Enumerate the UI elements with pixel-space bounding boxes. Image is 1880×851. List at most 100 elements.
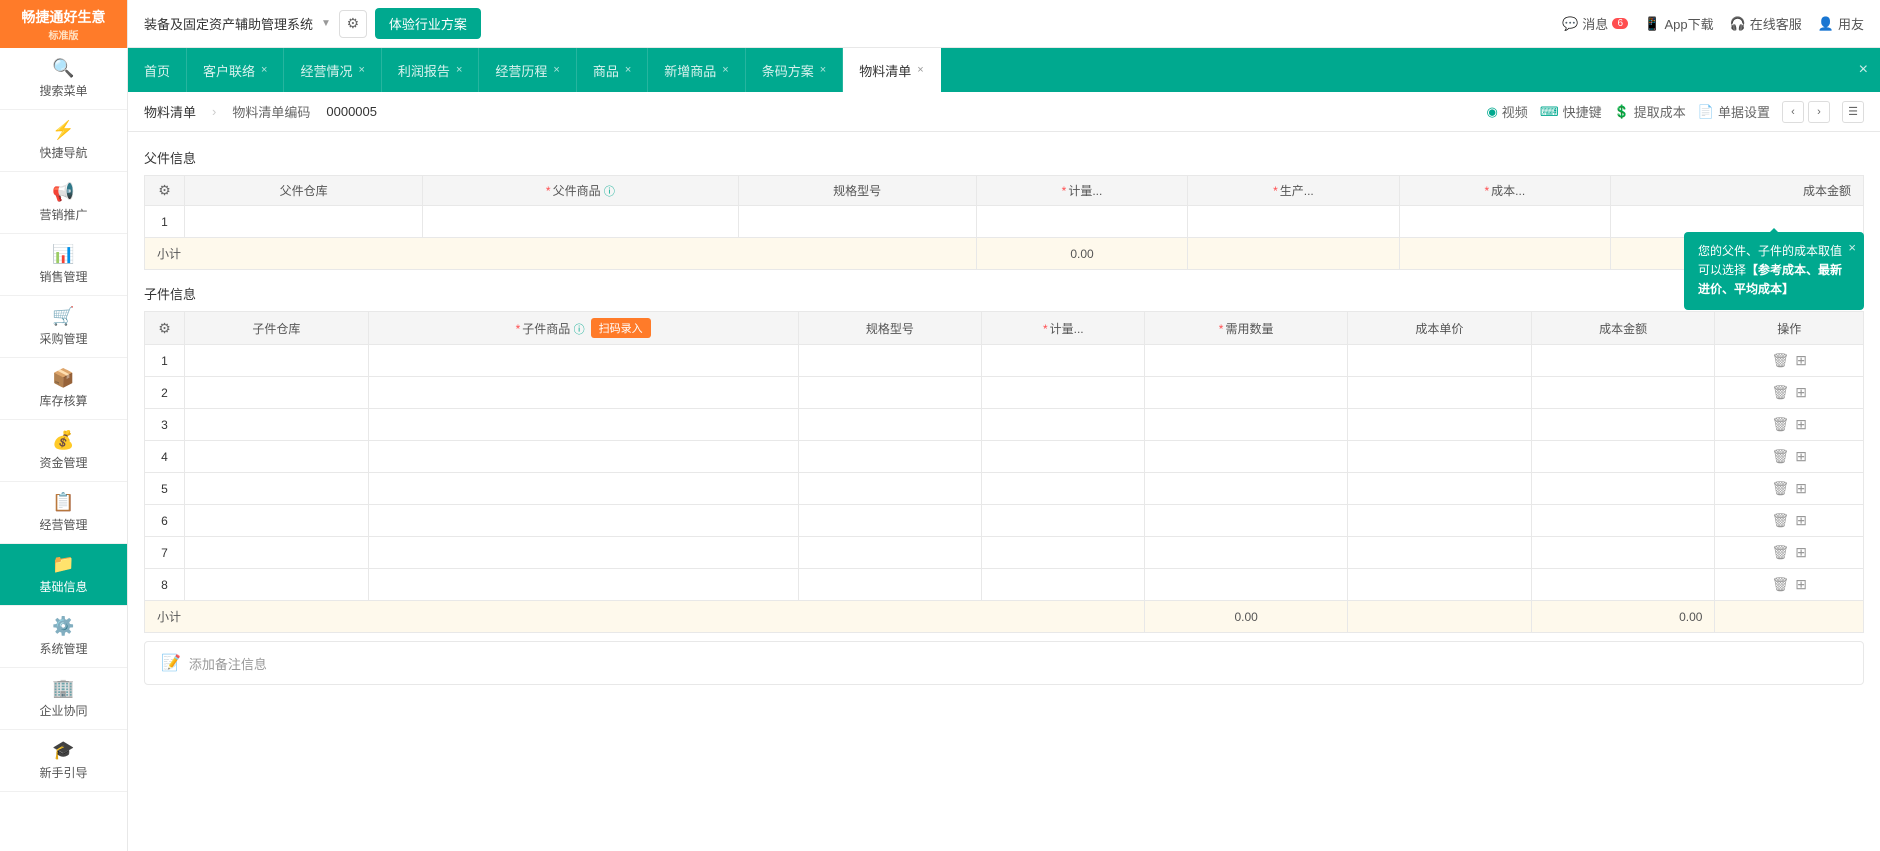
prev-page-button[interactable]: ‹ <box>1782 101 1804 123</box>
sidebar-item-purchase[interactable]: 🛒 采购管理 <box>0 296 127 358</box>
tab-close-history[interactable]: × <box>553 64 559 76</box>
child-goods-2[interactable] <box>368 377 798 409</box>
child-spec-3[interactable] <box>798 409 982 441</box>
tab-close-all-button[interactable]: × <box>1847 48 1880 92</box>
child-warehouse-3[interactable] <box>185 409 369 441</box>
child-spec-4[interactable] <box>798 441 982 473</box>
tab-close-goods[interactable]: × <box>625 64 631 76</box>
tab-close-new-goods[interactable]: × <box>722 64 728 76</box>
sidebar-item-guide[interactable]: 🎓 新手引导 <box>0 730 127 792</box>
child-quantity-6[interactable] <box>1145 505 1348 537</box>
child-quantity-3[interactable] <box>1145 409 1348 441</box>
child-warehouse-1[interactable] <box>185 345 369 377</box>
tab-close-bom[interactable]: × <box>917 64 923 76</box>
child-warehouse-5[interactable] <box>185 473 369 505</box>
copy-icon-8[interactable]: ⊞ <box>1795 576 1807 593</box>
child-goods-6[interactable] <box>368 505 798 537</box>
sidebar-item-search[interactable]: 🔍 搜索菜单 <box>0 48 127 110</box>
copy-icon-4[interactable]: ⊞ <box>1795 448 1807 465</box>
child-quantity-4[interactable] <box>1145 441 1348 473</box>
delete-icon-4[interactable]: 🗑 <box>1771 448 1789 465</box>
tab-profit[interactable]: 利润报告 × <box>382 48 479 92</box>
tab-close-barcode[interactable]: × <box>820 64 826 76</box>
copy-icon-2[interactable]: ⊞ <box>1795 384 1807 401</box>
copy-icon-1[interactable]: ⊞ <box>1795 352 1807 369</box>
child-spec-2[interactable] <box>798 377 982 409</box>
child-unit-cost-3[interactable] <box>1347 409 1531 441</box>
child-unit-1[interactable] <box>982 345 1145 377</box>
copy-icon-6[interactable]: ⊞ <box>1795 512 1807 529</box>
child-unit-5[interactable] <box>982 473 1145 505</box>
tab-barcode[interactable]: 条码方案 × <box>746 48 843 92</box>
delete-icon-7[interactable]: 🗑 <box>1771 544 1789 561</box>
user-menu-button[interactable]: 👤 用友 <box>1818 14 1864 33</box>
child-warehouse-6[interactable] <box>185 505 369 537</box>
child-goods-3[interactable] <box>368 409 798 441</box>
child-unit-cost-2[interactable] <box>1347 377 1531 409</box>
copy-icon-5[interactable]: ⊞ <box>1795 480 1807 497</box>
tab-operation[interactable]: 经营情况 × <box>284 48 381 92</box>
copy-icon-3[interactable]: ⊞ <box>1795 416 1807 433</box>
scan-input-button[interactable]: 扫码录入 <box>591 318 651 338</box>
tab-goods[interactable]: 商品 × <box>577 48 648 92</box>
tab-bom[interactable]: 物料清单 × <box>843 48 940 92</box>
parent-spec-cell[interactable] <box>738 206 976 238</box>
sidebar-item-inventory[interactable]: 📦 库存核算 <box>0 358 127 420</box>
view-action[interactable]: ◉ 视频 <box>1486 102 1527 121</box>
child-warehouse-2[interactable] <box>185 377 369 409</box>
child-warehouse-7[interactable] <box>185 537 369 569</box>
child-spec-8[interactable] <box>798 569 982 601</box>
delete-icon-1[interactable]: 🗑 <box>1771 352 1789 369</box>
child-quantity-1[interactable] <box>1145 345 1348 377</box>
child-col-settings[interactable]: ⚙ <box>145 312 185 345</box>
next-page-button[interactable]: › <box>1808 101 1830 123</box>
trial-button[interactable]: 体验行业方案 <box>375 8 481 39</box>
child-spec-7[interactable] <box>798 537 982 569</box>
delete-icon-8[interactable]: 🗑 <box>1771 576 1789 593</box>
sidebar-item-quick-nav[interactable]: ⚡ 快捷导航 <box>0 110 127 172</box>
parent-unit-cell[interactable] <box>976 206 1187 238</box>
parent-warehouse-cell[interactable] <box>185 206 423 238</box>
sidebar-item-basic-info[interactable]: 📁 基础信息 <box>0 544 127 606</box>
delete-icon-6[interactable]: 🗑 <box>1771 512 1789 529</box>
parent-goods-cell[interactable] <box>423 206 738 238</box>
parent-col-settings[interactable]: ⚙ <box>145 176 185 206</box>
child-unit-cost-4[interactable] <box>1347 441 1531 473</box>
child-unit-2[interactable] <box>982 377 1145 409</box>
child-unit-7[interactable] <box>982 537 1145 569</box>
delete-icon-2[interactable]: 🗑 <box>1771 384 1789 401</box>
tab-close-profit[interactable]: × <box>456 64 462 76</box>
system-dropdown-arrow[interactable]: ▼ <box>321 18 331 29</box>
copy-icon-7[interactable]: ⊞ <box>1795 544 1807 561</box>
app-download-button[interactable]: 📱 App下载 <box>1644 14 1713 33</box>
sidebar-item-system[interactable]: ⚙️ 系统管理 <box>0 606 127 668</box>
tab-new-goods[interactable]: 新增商品 × <box>648 48 745 92</box>
child-unit-cost-6[interactable] <box>1347 505 1531 537</box>
tab-close-operation[interactable]: × <box>358 64 364 76</box>
child-goods-1[interactable] <box>368 345 798 377</box>
online-service-button[interactable]: 🎧 在线客服 <box>1730 14 1802 33</box>
child-unit-6[interactable] <box>982 505 1145 537</box>
sidebar-item-operations[interactable]: 📋 经营管理 <box>0 482 127 544</box>
child-warehouse-8[interactable] <box>185 569 369 601</box>
parent-cost-cell[interactable] <box>1399 206 1610 238</box>
sidebar-item-enterprise[interactable]: 🏢 企业协同 <box>0 668 127 730</box>
single-settings-action[interactable]: 📄 单据设置 <box>1698 102 1770 121</box>
child-spec-6[interactable] <box>798 505 982 537</box>
child-goods-8[interactable] <box>368 569 798 601</box>
message-button[interactable]: 💬 消息 6 <box>1562 14 1628 33</box>
sidebar-item-marketing[interactable]: 📢 营销推广 <box>0 172 127 234</box>
child-goods-5[interactable] <box>368 473 798 505</box>
tab-history[interactable]: 经营历程 × <box>479 48 576 92</box>
child-quantity-5[interactable] <box>1145 473 1348 505</box>
list-view-button[interactable]: ☰ <box>1842 101 1864 123</box>
child-spec-1[interactable] <box>798 345 982 377</box>
delete-icon-3[interactable]: 🗑 <box>1771 416 1789 433</box>
child-goods-7[interactable] <box>368 537 798 569</box>
extract-cost-action[interactable]: 💲 提取成本 <box>1614 102 1686 121</box>
child-quantity-7[interactable] <box>1145 537 1348 569</box>
tab-close-customer[interactable]: × <box>261 64 267 76</box>
child-warehouse-4[interactable] <box>185 441 369 473</box>
tooltip-close-button[interactable]: × <box>1848 238 1856 259</box>
add-note-label[interactable]: 添加备注信息 <box>189 654 267 673</box>
